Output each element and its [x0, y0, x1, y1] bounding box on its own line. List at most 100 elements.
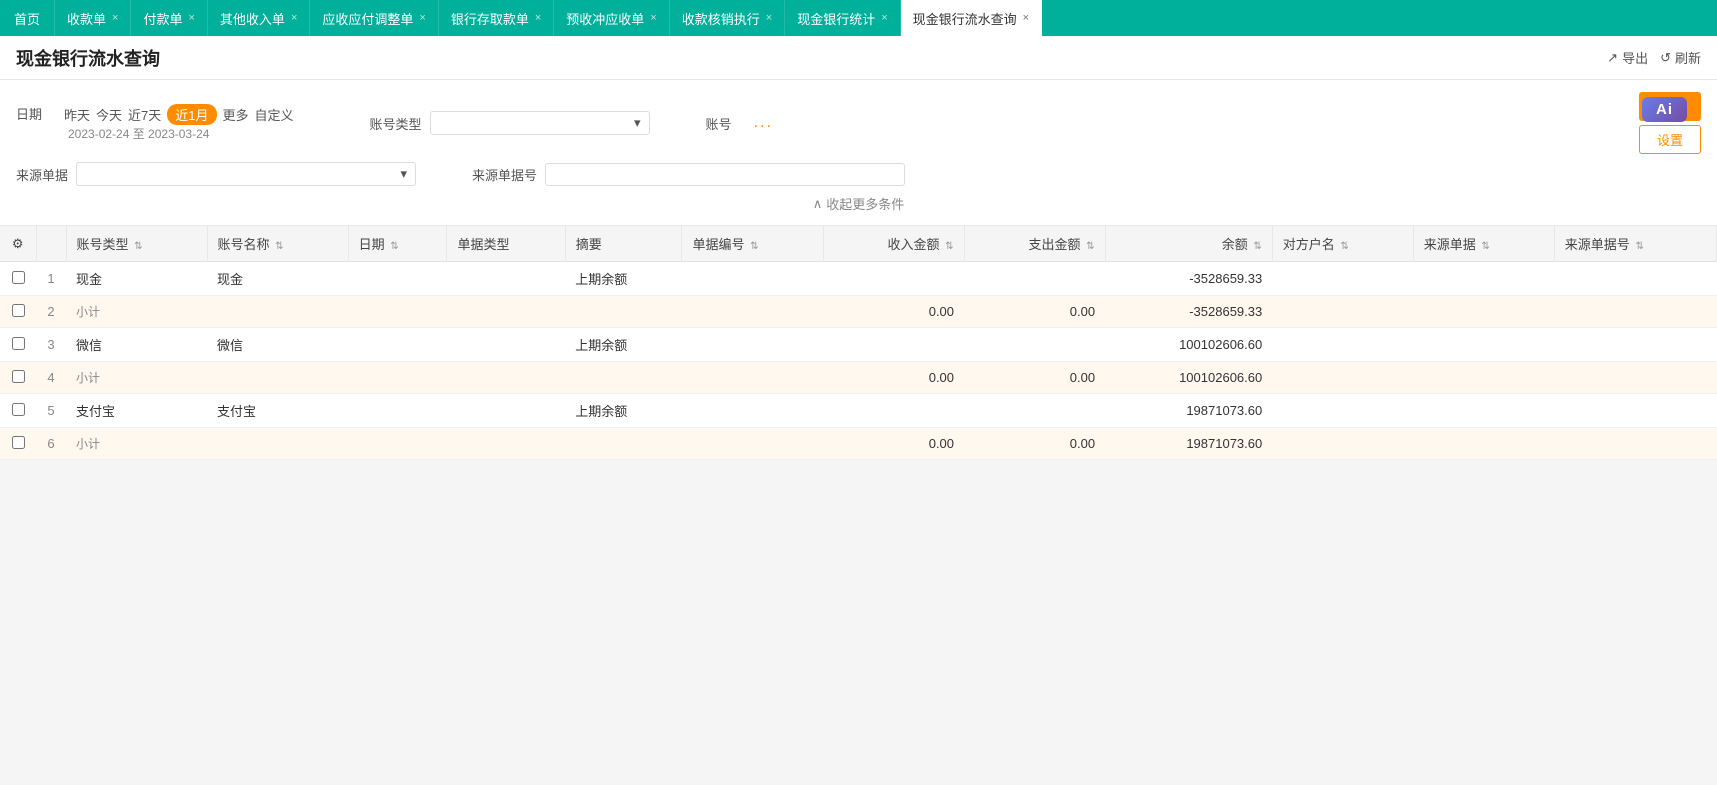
- close-icon[interactable]: ×: [291, 12, 297, 24]
- export-button[interactable]: ↗ 导出: [1607, 48, 1648, 67]
- th-source-doc-no[interactable]: 来源单据号 ⇅: [1554, 226, 1716, 262]
- account-type-select[interactable]: ▾: [430, 111, 650, 135]
- row-checkbox[interactable]: [0, 394, 36, 428]
- row-income: 0.00: [823, 428, 964, 460]
- th-doc-no[interactable]: 单据编号 ⇅: [682, 226, 823, 262]
- row-source-doc-no: [1554, 296, 1716, 328]
- row-expense: 0.00: [964, 362, 1105, 394]
- row-checkbox[interactable]: [0, 362, 36, 394]
- table-body: 1 现金 现金 上期余额 -3528659.33 2 小计 0.00 0.00 …: [0, 262, 1717, 460]
- ai-badge[interactable]: Ai: [1642, 97, 1687, 122]
- source-doc-label: 来源单据: [16, 165, 68, 184]
- th-account-name[interactable]: 账号名称 ⇅: [207, 226, 348, 262]
- th-balance[interactable]: 余额 ⇅: [1105, 226, 1272, 262]
- row-counterpart: [1272, 428, 1413, 460]
- table-row: 2 小计 0.00 0.00 -3528659.33: [0, 296, 1717, 328]
- date-range-display: 2023-02-24 至 2023-03-24: [68, 125, 294, 142]
- row-index: 5: [36, 394, 66, 428]
- shortcut-more[interactable]: 更多: [223, 105, 249, 124]
- row-counterpart: [1272, 262, 1413, 296]
- chevron-down-icon: ▾: [634, 115, 641, 131]
- nav-tab-1[interactable]: 付款单 ×: [131, 0, 207, 36]
- nav-tab-0[interactable]: 收款单 ×: [55, 0, 131, 36]
- th-date[interactable]: 日期 ⇅: [348, 226, 447, 262]
- row-account-type: 小计: [66, 428, 207, 460]
- row-account-type: 小计: [66, 296, 207, 328]
- th-source-doc[interactable]: 来源单据 ⇅: [1413, 226, 1554, 262]
- row-checkbox[interactable]: [0, 262, 36, 296]
- row-index: 6: [36, 428, 66, 460]
- source-doc-no-filter: 来源单据号: [472, 163, 905, 186]
- row-summary: [565, 428, 682, 460]
- date-shortcuts: 昨天 今天 近7天 近1月 更多 自定义: [64, 104, 294, 125]
- row-date: [348, 428, 447, 460]
- close-icon[interactable]: ×: [419, 12, 425, 24]
- account-type-filter: 账号类型 ▾: [370, 111, 650, 135]
- row-index: 1: [36, 262, 66, 296]
- row-doc-type: [447, 362, 565, 394]
- close-icon[interactable]: ×: [112, 12, 118, 24]
- th-expense[interactable]: 支出金额 ⇅: [964, 226, 1105, 262]
- source-doc-no-input[interactable]: [545, 163, 905, 186]
- settings-button[interactable]: 设置: [1639, 125, 1701, 154]
- filter-row-1: 日期 昨天 今天 近7天 近1月 更多 自定义 2023-02-24 至 202…: [16, 92, 1701, 154]
- row-checkbox[interactable]: [0, 328, 36, 362]
- nav-tab-5[interactable]: 预收冲应收单 ×: [554, 0, 669, 36]
- sort-icon: ⇅: [1340, 241, 1348, 252]
- shortcut-1month[interactable]: 近1月: [167, 104, 216, 125]
- export-icon: ↗: [1607, 50, 1618, 66]
- row-date: [348, 296, 447, 328]
- row-source-doc: [1413, 428, 1554, 460]
- close-icon[interactable]: ×: [188, 12, 194, 24]
- filter-row-2: 来源单据 ▾ 来源单据号: [16, 162, 1701, 186]
- shortcut-yesterday[interactable]: 昨天: [64, 105, 90, 124]
- nav-tab-7[interactable]: 现金银行统计 ×: [785, 0, 900, 36]
- nav-tab-2[interactable]: 其他收入单 ×: [208, 0, 310, 36]
- row-income: [823, 328, 964, 362]
- th-income[interactable]: 收入金额 ⇅: [823, 226, 964, 262]
- account-dots-button[interactable]: ...: [754, 114, 773, 132]
- row-checkbox[interactable]: [0, 296, 36, 328]
- data-table: ⚙ 账号类型 ⇅ 账号名称 ⇅ 日期 ⇅ 单据类型 摘要: [0, 226, 1717, 460]
- th-summary: 摘要: [565, 226, 682, 262]
- row-source-doc: [1413, 262, 1554, 296]
- th-counterpart[interactable]: 对方户名 ⇅: [1272, 226, 1413, 262]
- row-account-type: 微信: [66, 328, 207, 362]
- close-icon[interactable]: ×: [650, 12, 656, 24]
- row-account-type: 支付宝: [66, 394, 207, 428]
- nav-tab-6[interactable]: 收款核销执行 ×: [670, 0, 785, 36]
- nav-tab-3[interactable]: 应收应付调整单 ×: [310, 0, 438, 36]
- row-date: [348, 362, 447, 394]
- shortcut-7days[interactable]: 近7天: [128, 105, 161, 124]
- close-icon[interactable]: ×: [766, 12, 772, 24]
- close-icon[interactable]: ×: [881, 12, 887, 24]
- refresh-button[interactable]: ↺ 刷新: [1660, 48, 1701, 67]
- source-doc-select[interactable]: ▾: [76, 162, 416, 186]
- nav-tab-4[interactable]: 银行存取款单 ×: [439, 0, 554, 36]
- nav-home[interactable]: 首页: [0, 0, 55, 36]
- close-icon[interactable]: ×: [535, 12, 541, 24]
- row-checkbox[interactable]: [0, 428, 36, 460]
- shortcut-today[interactable]: 今天: [96, 105, 122, 124]
- nav-tab-8[interactable]: 现金银行流水查询 ×: [901, 0, 1042, 36]
- row-doc-no: [682, 296, 823, 328]
- row-account-name: 微信: [207, 328, 348, 362]
- row-balance: 19871073.60: [1105, 394, 1272, 428]
- row-expense: [964, 328, 1105, 362]
- th-gear[interactable]: ⚙: [0, 226, 36, 262]
- chevron-down-icon: ▾: [400, 166, 407, 182]
- row-doc-type: [447, 262, 565, 296]
- row-counterpart: [1272, 328, 1413, 362]
- row-doc-no: [682, 328, 823, 362]
- chevron-up-icon: ∧: [813, 196, 823, 212]
- row-source-doc: [1413, 296, 1554, 328]
- row-income: [823, 262, 964, 296]
- th-account-type[interactable]: 账号类型 ⇅: [66, 226, 207, 262]
- close-icon[interactable]: ×: [1023, 12, 1029, 24]
- collapse-bar[interactable]: ∧ 收起更多条件: [16, 194, 1701, 213]
- shortcut-custom[interactable]: 自定义: [255, 105, 294, 124]
- row-source-doc: [1413, 394, 1554, 428]
- row-counterpart: [1272, 296, 1413, 328]
- row-income: 0.00: [823, 362, 964, 394]
- account-type-label: 账号类型: [370, 114, 422, 133]
